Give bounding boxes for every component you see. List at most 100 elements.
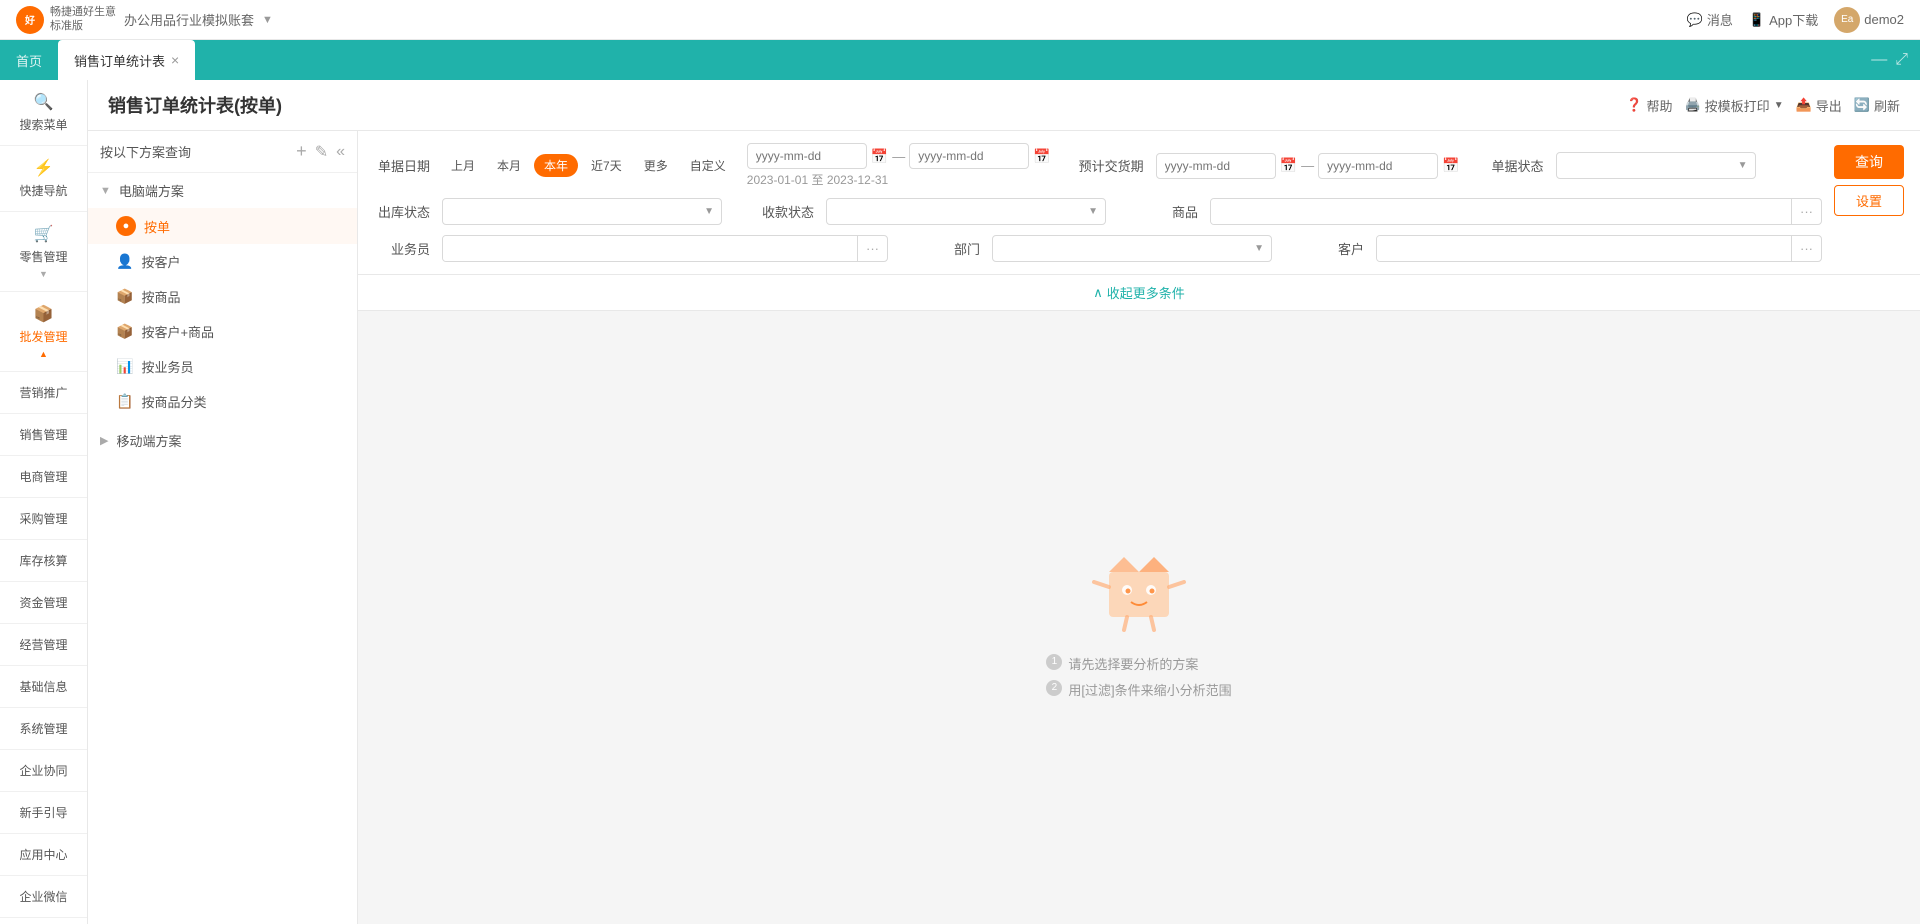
out-status-select[interactable]	[442, 198, 722, 225]
print-btn[interactable]: 🖨️ 按模板打印 ▼	[1684, 96, 1783, 115]
sidebar-item-sales[interactable]: 销售管理	[0, 414, 87, 456]
maximize-icon[interactable]: ⤢	[1895, 51, 1908, 69]
collection-status-select-wrapper	[826, 198, 1106, 225]
this-year-btn[interactable]: 本年	[534, 154, 578, 177]
collapse-panel-btn[interactable]: «	[336, 143, 345, 161]
sidebar-item-marketing[interactable]: 营销推广	[0, 372, 87, 414]
date-shortcuts: 上月 本月 本年 近7天 更多 自定义	[442, 152, 735, 179]
logo-text: 畅捷通好生意 标准版	[50, 6, 116, 32]
app-download-btn[interactable]: 📱 App下载	[1749, 10, 1818, 29]
tab-home[interactable]: 首页	[0, 40, 58, 80]
date-end-input[interactable]	[909, 143, 1029, 169]
print-arrow-icon: ▼	[1774, 100, 1784, 111]
export-btn[interactable]: 📤 导出	[1796, 96, 1842, 115]
scheme-item-by-goods-category[interactable]: 📋 按商品分类	[88, 384, 357, 419]
action-buttons: 查询 设置	[1834, 143, 1904, 216]
edit-scheme-btn[interactable]: ✎	[315, 142, 328, 162]
print-icon: 🖨️	[1684, 97, 1700, 113]
this-month-btn[interactable]: 本月	[488, 152, 530, 179]
goods-scheme-icon: 📦	[116, 288, 133, 305]
last-month-btn[interactable]: 上月	[442, 152, 484, 179]
setting-button[interactable]: 设置	[1834, 185, 1904, 216]
collapse-row: ∧ 收起更多条件	[358, 275, 1920, 311]
scheme-panel: 按以下方案查询 + ✎ « ▼ 电脑端方案 ● 按单	[88, 131, 358, 924]
sidebar-item-member[interactable]: 畅会员	[0, 918, 87, 924]
desktop-section-header: ▼ 电脑端方案	[88, 173, 357, 208]
shortcuts-icon: ⚡	[34, 158, 54, 178]
goods-input[interactable]	[1211, 199, 1791, 224]
sidebar-item-wechat[interactable]: 企业微信	[0, 876, 87, 918]
filter-area: 单据日期 上月 本月 本年 近7天 更多 自定义	[358, 131, 1920, 275]
sidebar: 🔍 搜索菜单 ⚡ 快捷导航 🛒 零售管理 ▼ 📦 批发管理 ▲ 营销推广 销售管…	[0, 80, 88, 924]
chevron-down-icon: ▼	[39, 269, 48, 279]
customer-input[interactable]	[1377, 236, 1791, 261]
sidebar-item-shortcuts[interactable]: ⚡ 快捷导航	[0, 146, 87, 212]
user-menu[interactable]: Ea demo2	[1834, 7, 1904, 33]
bill-status-select[interactable]	[1556, 152, 1756, 179]
retail-icon: 🛒	[34, 224, 54, 244]
empty-illustration	[1089, 532, 1189, 632]
tab-bar-right: — ⤢	[1871, 51, 1920, 69]
last7-btn[interactable]: 近7天	[582, 152, 631, 179]
sidebar-item-purchase[interactable]: 采购管理	[0, 498, 87, 540]
sidebar-item-search[interactable]: 🔍 搜索菜单	[0, 80, 87, 146]
logo-icon: 好	[16, 6, 44, 34]
content-area: 销售订单统计表(按单) ❓ 帮助 🖨️ 按模板打印 ▼ 📤 导出 🔄 刷新	[88, 80, 1920, 924]
sidebar-item-basic-info[interactable]: 基础信息	[0, 666, 87, 708]
expected-delivery-start-input[interactable]	[1156, 153, 1276, 179]
message-icon: 💬	[1687, 12, 1703, 28]
sidebar-item-guide[interactable]: 新手引导	[0, 792, 87, 834]
sidebar-item-finance[interactable]: 资金管理	[0, 582, 87, 624]
sidebar-item-app-center[interactable]: 应用中心	[0, 834, 87, 876]
minimize-icon[interactable]: —	[1871, 51, 1887, 69]
dept-select[interactable]	[992, 235, 1272, 262]
help-icon: ❓	[1626, 97, 1642, 113]
dropdown-selector[interactable]: 办公用品行业模拟账套 ▼	[124, 10, 273, 29]
tip-num-1: 1	[1046, 654, 1062, 670]
sidebar-item-ecommerce[interactable]: 电商管理	[0, 456, 87, 498]
customer-label: 客户	[1308, 239, 1364, 258]
sidebar-item-wholesale[interactable]: 📦 批发管理 ▲	[0, 292, 87, 372]
expected-delivery-end-input[interactable]	[1318, 153, 1438, 179]
page-title: 销售订单统计表(按单)	[108, 92, 282, 118]
top-bar-left: 好 畅捷通好生意 标准版 办公用品行业模拟账套 ▼	[16, 6, 273, 34]
add-scheme-btn[interactable]: +	[296, 141, 307, 162]
query-button[interactable]: 查询	[1834, 145, 1904, 179]
tab-close-icon[interactable]: ×	[171, 52, 179, 68]
tab-sales-order-stats[interactable]: 销售订单统计表 ×	[58, 40, 195, 80]
sidebar-item-operations[interactable]: 经营管理	[0, 624, 87, 666]
top-bar-right: 💬 消息 📱 App下载 Ea demo2	[1687, 7, 1904, 33]
help-btn[interactable]: ❓ 帮助	[1626, 96, 1672, 115]
messages-btn[interactable]: 💬 消息	[1687, 10, 1733, 29]
scheme-item-by-salesperson[interactable]: 📊 按业务员	[88, 349, 357, 384]
salesperson-input[interactable]	[443, 236, 857, 261]
scheme-item-by-customer-goods[interactable]: 📦 按客户+商品	[88, 314, 357, 349]
dept-label: 部门	[924, 239, 980, 258]
salesperson-dots-btn[interactable]: ···	[857, 236, 887, 261]
customer-dots-btn[interactable]: ···	[1791, 236, 1821, 261]
sidebar-item-enterprise[interactable]: 企业协同	[0, 750, 87, 792]
refresh-btn[interactable]: 🔄 刷新	[1854, 96, 1900, 115]
collapse-btn[interactable]: ∧ 收起更多条件	[1093, 283, 1185, 302]
more-btn[interactable]: 更多	[635, 152, 677, 179]
calendar-delivery-end-icon[interactable]: 📅	[1442, 157, 1459, 174]
scheme-item-by-goods[interactable]: 📦 按商品	[88, 279, 357, 314]
sidebar-item-inventory[interactable]: 库存核算	[0, 540, 87, 582]
expected-delivery-wrapper: 📅 — 📅	[1156, 153, 1460, 179]
page-header: 销售订单统计表(按单) ❓ 帮助 🖨️ 按模板打印 ▼ 📤 导出 🔄 刷新	[88, 80, 1920, 131]
scheme-item-by-customer[interactable]: 👤 按客户	[88, 244, 357, 279]
mobile-section-header[interactable]: ▶ 移动端方案	[88, 423, 357, 458]
scheme-item-by-order[interactable]: ● 按单	[88, 208, 357, 244]
collection-status-select[interactable]	[826, 198, 1106, 225]
sidebar-item-retail[interactable]: 🛒 零售管理 ▼	[0, 212, 87, 292]
goods-label: 商品	[1142, 202, 1198, 221]
calendar-start-icon[interactable]: 📅	[871, 148, 888, 165]
custom-btn[interactable]: 自定义	[681, 152, 735, 179]
calendar-delivery-start-icon[interactable]: 📅	[1280, 157, 1297, 174]
wholesale-icon: 📦	[34, 304, 54, 324]
date-start-input[interactable]	[747, 143, 867, 169]
goods-dots-btn[interactable]: ···	[1791, 199, 1821, 224]
sidebar-item-system[interactable]: 系统管理	[0, 708, 87, 750]
calendar-end-icon[interactable]: 📅	[1033, 148, 1050, 165]
phone-icon: 📱	[1749, 12, 1765, 28]
